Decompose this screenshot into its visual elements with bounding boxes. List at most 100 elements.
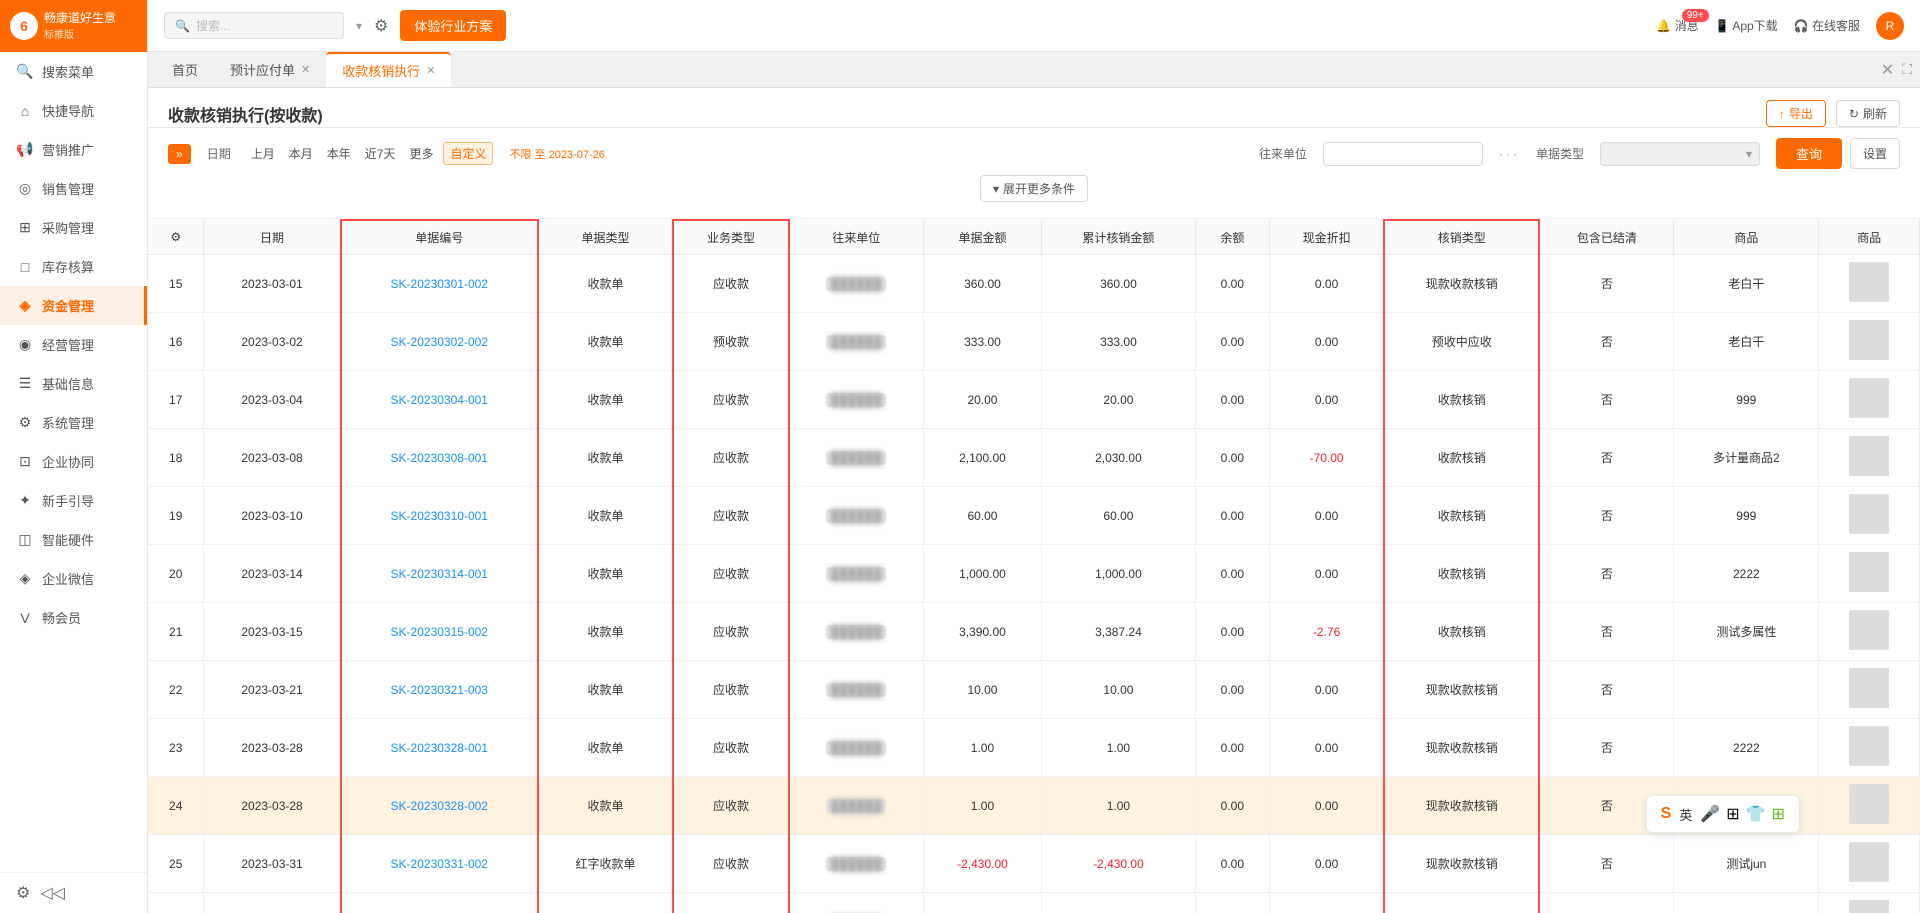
date-this-month-button[interactable]: 本月 — [285, 143, 317, 164]
cell-date: 2023-04-03 — [204, 893, 341, 913]
counterpart-input[interactable] — [1323, 142, 1483, 166]
sidebar-item-system[interactable]: ⚙ 系统管理 — [0, 403, 147, 442]
dropdown-arrow-icon[interactable]: ▾ — [356, 19, 362, 33]
doc-no-link[interactable]: SK-20230310-001 — [391, 509, 488, 523]
date-custom-button[interactable]: 自定义 — [443, 142, 493, 165]
cell-doc-no[interactable]: SK-20230301-002 — [341, 255, 538, 313]
sidebar-item-member[interactable]: V 畅会员 — [0, 598, 147, 637]
mic-icon[interactable]: 🎤 — [1700, 804, 1720, 824]
cell-doc-no[interactable]: SK-20230321-003 — [341, 661, 538, 719]
tab-writeoff[interactable]: 收款核销执行 ✕ — [326, 52, 451, 87]
expand-filter-button[interactable]: ▾ 展开更多条件 — [980, 175, 1088, 202]
doc-no-link[interactable]: SK-20230328-002 — [391, 799, 488, 813]
filter-settings-button[interactable]: 设置 — [1850, 138, 1900, 169]
solution-button[interactable]: 体验行业方案 — [400, 10, 506, 41]
sidebar-item-label: 企业微信 — [42, 569, 94, 588]
cell-goods: 999 — [1674, 371, 1819, 429]
cell-doc-no[interactable]: SK-20230302-002 — [341, 313, 538, 371]
app-download-button[interactable]: 📱 App下载 — [1715, 17, 1778, 34]
phone-icon: 📱 — [1715, 19, 1730, 33]
topbar-search[interactable]: 🔍 搜索... — [164, 12, 344, 39]
collapse-icon[interactable]: ◁◁ — [40, 883, 65, 903]
tab-close-icon[interactable]: ✕ — [426, 64, 435, 77]
col-amount: 单据金额 — [923, 220, 1041, 255]
sidebar-item-operation[interactable]: ◉ 经营管理 — [0, 325, 147, 364]
filter-bar: » 日期 上月 本月 本年 近7天 更多 自定义 不限 至 2023-07-26… — [148, 128, 1920, 219]
doc-no-link[interactable]: SK-20230321-003 — [391, 683, 488, 697]
sidebar-item-label: 销售管理 — [42, 179, 94, 198]
col-balance: 余额 — [1195, 220, 1269, 255]
cell-doc-no[interactable]: SK-20230310-001 — [341, 487, 538, 545]
sidebar-item-finance[interactable]: ◈ 资金管理 — [0, 286, 147, 325]
apps-icon[interactable]: ⊞ — [1772, 804, 1785, 824]
sidebar-item-search[interactable]: 🔍 搜索菜单 — [0, 52, 147, 91]
tab-home[interactable]: 首页 — [156, 52, 214, 87]
shirt-icon[interactable]: 👕 — [1746, 804, 1766, 824]
doc-type-select[interactable] — [1600, 142, 1760, 166]
doc-no-link[interactable]: SK-20230304-001 — [391, 393, 488, 407]
sidebar-item-label: 快捷导航 — [42, 101, 94, 120]
cell-include-settled: 否 — [1539, 545, 1674, 603]
tab-prepayment[interactable]: 预计应付单 ✕ — [214, 52, 326, 87]
grid-icon[interactable]: ⊞ — [1726, 804, 1739, 824]
filter-toggle-button[interactable]: » — [168, 144, 191, 164]
cell-biz-type: 应收款 — [673, 835, 789, 893]
filter-ellipsis: ··· — [1499, 147, 1520, 161]
sidebar-item-nav[interactable]: ⌂ 快捷导航 — [0, 91, 147, 130]
cell-date: 2023-03-08 — [204, 429, 341, 487]
sidebar-item-wechat[interactable]: ◈ 企业微信 — [0, 559, 147, 598]
notification-button[interactable]: 🔔 消息 99+ — [1656, 17, 1698, 34]
cell-biz-type: 应收款 — [673, 371, 789, 429]
doc-no-link[interactable]: SK-20230302-002 — [391, 335, 488, 349]
sidebar-item-inventory[interactable]: □ 库存核算 — [0, 247, 147, 286]
doc-no-link[interactable]: SK-20230301-002 — [391, 277, 488, 291]
cell-writeoff-type: 收款核销 — [1384, 371, 1539, 429]
topbar-gear-icon[interactable]: ⚙ — [374, 16, 388, 36]
date-last-month-button[interactable]: 上月 — [247, 143, 279, 164]
cell-doc-no[interactable]: SK-20230328-001 — [341, 719, 538, 777]
cell-doc-no[interactable]: SK-20230308-001 — [341, 429, 538, 487]
cell-doc-no[interactable]: SK-20230315-002 — [341, 603, 538, 661]
refresh-button[interactable]: ↻ 刷新 — [1836, 100, 1900, 127]
cell-balance: 0.00 — [1195, 661, 1269, 719]
cell-doc-no[interactable]: SK-20230304-001 — [341, 371, 538, 429]
sidebar-item-marketing[interactable]: 📢 营销推广 — [0, 130, 147, 169]
table-row: 202023-03-14SK-20230314-001收款单应收款██████1… — [148, 545, 1920, 603]
expand-tabs-icon[interactable]: ⛶ — [1902, 61, 1912, 78]
user-avatar[interactable]: R — [1876, 12, 1904, 40]
cell-doc-no[interactable]: SK-20230314-001 — [341, 545, 538, 603]
cell-doc-no[interactable]: SK-20230403-002 — [341, 893, 538, 913]
cell-doc-no[interactable]: SK-20230331-002 — [341, 835, 538, 893]
close-all-tabs-icon[interactable]: ✕ — [1881, 60, 1894, 80]
tab-close-icon[interactable]: ✕ — [301, 63, 310, 76]
doc-no-link[interactable]: SK-20230308-001 — [391, 451, 488, 465]
col-include-settled: 包含已结清 — [1539, 220, 1674, 255]
sidebar-item-purchase[interactable]: ⊞ 采购管理 — [0, 208, 147, 247]
cell-include-settled: 否 — [1539, 661, 1674, 719]
col-gear[interactable]: ⚙ — [148, 220, 204, 255]
sidebar-item-sales[interactable]: ◎ 销售管理 — [0, 169, 147, 208]
settings-icon[interactable]: ⚙ — [16, 883, 30, 903]
counterpart-label: 往来单位 — [1259, 145, 1307, 162]
doc-no-link[interactable]: SK-20230315-002 — [391, 625, 488, 639]
cell-doc-no[interactable]: SK-20230328-002 — [341, 777, 538, 835]
doc-no-link[interactable]: SK-20230328-001 — [391, 741, 488, 755]
date-7days-button[interactable]: 近7天 — [361, 143, 400, 164]
date-this-year-button[interactable]: 本年 — [323, 143, 355, 164]
sidebar-item-hardware[interactable]: ◫ 智能硬件 — [0, 520, 147, 559]
cell-date: 2023-03-10 — [204, 487, 341, 545]
doc-no-link[interactable]: SK-20230314-001 — [391, 567, 488, 581]
sidebar-item-enterprise[interactable]: ⊡ 企业协同 — [0, 442, 147, 481]
export-button[interactable]: ↑ 导出 — [1766, 100, 1826, 127]
online-service-button[interactable]: 🎧 在线客服 — [1794, 17, 1860, 34]
query-button[interactable]: 查询 — [1776, 138, 1842, 169]
date-more-button[interactable]: 更多 — [405, 143, 437, 164]
cell-include-settled: 否 — [1539, 487, 1674, 545]
cell-goods: 999 — [1674, 487, 1819, 545]
doc-no-link[interactable]: SK-20230331-002 — [391, 857, 488, 871]
cell-date: 2023-03-31 — [204, 835, 341, 893]
cell-goods: 测试jun — [1674, 835, 1819, 893]
sidebar-item-basic[interactable]: ☰ 基础信息 — [0, 364, 147, 403]
sidebar-item-guide[interactable]: ✦ 新手引导 — [0, 481, 147, 520]
cell-goods2 — [1819, 487, 1920, 545]
